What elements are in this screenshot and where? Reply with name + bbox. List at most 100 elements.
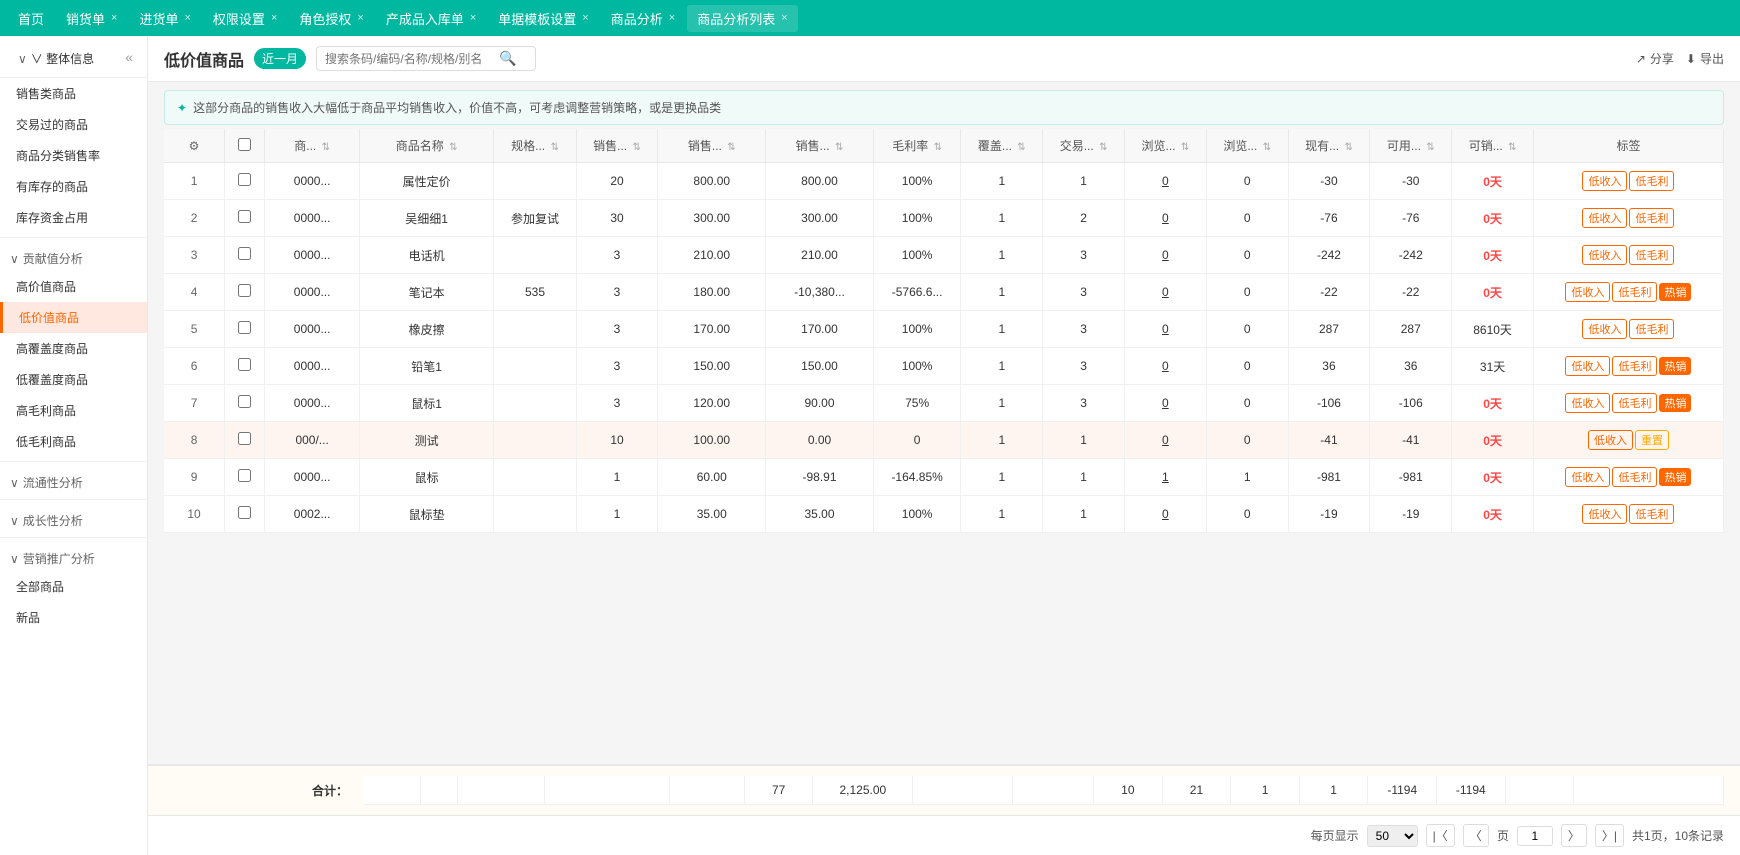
nav-close-1[interactable]: × [184, 12, 190, 24]
row-available-stock: -76 [1370, 200, 1452, 237]
row-days: 0天 [1452, 274, 1534, 311]
info-bar: ✦ 这部分商品的销售收入大幅低于商品平均销售收入，价值不高，可考虑调整营销策略，… [164, 90, 1724, 125]
nav-close-7[interactable]: × [781, 12, 787, 24]
data-table: ⚙ 商... ⇅ 商品名称 ⇅ 规格... ⇅ 销售... ⇅ 销售... ⇅ … [164, 129, 1724, 533]
row-name: 测试 [359, 422, 494, 459]
row-number: 8 [164, 422, 225, 459]
row-checkbox[interactable] [238, 173, 251, 186]
row-checkbox-cell [225, 348, 265, 385]
row-name: 吴细细1 [359, 200, 494, 237]
browse1-link[interactable]: 0 [1162, 174, 1169, 188]
row-checkbox[interactable] [238, 210, 251, 223]
row-coverage: 1 [961, 496, 1043, 533]
sidebar-item-category-rate[interactable]: 商品分类销售率 [0, 140, 147, 171]
nav-close-4[interactable]: × [470, 12, 476, 24]
row-checkbox[interactable] [238, 469, 251, 482]
time-badge[interactable]: 近一月 [254, 48, 306, 69]
row-sales-profit: 35.00 [766, 496, 874, 533]
browse1-link[interactable]: 0 [1162, 211, 1169, 225]
sidebar-item-new-goods[interactable]: 新品 [0, 602, 147, 633]
prev-page-button[interactable]: 〈 [1463, 824, 1489, 847]
sidebar-item-low-value[interactable]: 低价值商品 [0, 302, 147, 333]
row-code: 0000... [265, 200, 359, 237]
first-page-button[interactable]: |〈 [1426, 824, 1455, 847]
sidebar-section-growth[interactable]: ∨ 成长性分析 [0, 504, 147, 533]
row-checkbox[interactable] [238, 432, 251, 445]
select-all-checkbox[interactable] [238, 138, 251, 151]
share-button[interactable]: ↗ 分享 [1636, 50, 1674, 67]
th-settings[interactable]: ⚙ [164, 129, 225, 163]
nav-close-5[interactable]: × [582, 12, 588, 24]
nav-close-6[interactable]: × [669, 12, 675, 24]
th-browse2: 浏览... ⇅ [1206, 129, 1288, 163]
sidebar-section-overall[interactable]: ∨ ∨ 整体信息 [8, 42, 104, 71]
nav-close-3[interactable]: × [357, 12, 363, 24]
row-checkbox[interactable] [238, 284, 251, 297]
browse1-link[interactable]: 1 [1162, 470, 1169, 484]
row-transaction: 3 [1043, 237, 1125, 274]
sidebar-item-all-goods[interactable]: 全部商品 [0, 571, 147, 602]
nav-home[interactable]: 首页 [8, 5, 54, 32]
sidebar-section-contribution[interactable]: ∨ 贡献值分析 [0, 242, 147, 271]
sidebar-item-traded-goods[interactable]: 交易过的商品 [0, 109, 147, 140]
sidebar-item-stock-funds[interactable]: 库存资金占用 [0, 202, 147, 233]
row-checkbox[interactable] [238, 321, 251, 334]
row-browse2: 0 [1206, 348, 1288, 385]
browse1-link[interactable]: 0 [1162, 396, 1169, 410]
per-page-select[interactable]: 50 100 200 [1367, 825, 1418, 847]
row-available-stock: -19 [1370, 496, 1452, 533]
sidebar-section-circulation[interactable]: ∨ 流通性分析 [0, 466, 147, 495]
sidebar-item-stock-goods[interactable]: 有库存的商品 [0, 171, 147, 202]
total-available-stock: -1194 [1437, 776, 1506, 805]
next-page-button[interactable]: 〉 [1561, 824, 1587, 847]
total-sales-qty: 77 [744, 776, 813, 805]
row-spec: 535 [494, 274, 576, 311]
browse1-link[interactable]: 0 [1162, 507, 1169, 521]
tag-label: 低收入 [1588, 430, 1633, 450]
row-spec [494, 385, 576, 422]
table-header-row: ⚙ 商... ⇅ 商品名称 ⇅ 规格... ⇅ 销售... ⇅ 销售... ⇅ … [164, 129, 1724, 163]
nav-item-3[interactable]: 角色授权 × [289, 5, 373, 32]
page-input[interactable] [1517, 826, 1553, 846]
tag-label: 低收入 [1565, 356, 1610, 376]
sidebar-collapse-button[interactable]: « [119, 43, 139, 71]
nav-item-1[interactable]: 进货单 × [129, 5, 200, 32]
browse1-link[interactable]: 0 [1162, 433, 1169, 447]
sidebar-section-marketing[interactable]: ∨ 营销推广分析 [0, 542, 147, 571]
settings-icon[interactable]: ⚙ [189, 139, 200, 153]
last-page-button[interactable]: 〉| [1595, 824, 1624, 847]
sidebar-item-low-coverage[interactable]: 低覆盖度商品 [0, 364, 147, 395]
browse1-link[interactable]: 0 [1162, 359, 1169, 373]
nav-item-4[interactable]: 产成品入库单 × [376, 5, 486, 32]
sidebar-item-high-margin[interactable]: 高毛利商品 [0, 395, 147, 426]
row-checkbox[interactable] [238, 506, 251, 519]
browse1-link[interactable]: 0 [1162, 285, 1169, 299]
nav-item-2[interactable]: 权限设置 × [203, 5, 287, 32]
export-button[interactable]: ⬇ 导出 [1686, 50, 1724, 67]
row-browse2: 0 [1206, 274, 1288, 311]
browse1-link[interactable]: 0 [1162, 322, 1169, 336]
row-checkbox[interactable] [238, 395, 251, 408]
row-browse1: 0 [1124, 496, 1206, 533]
search-input[interactable] [325, 52, 495, 66]
row-name: 鼠标垫 [359, 496, 494, 533]
sidebar-item-sales-goods[interactable]: 销售类商品 [0, 78, 147, 109]
row-checkbox[interactable] [238, 247, 251, 260]
row-number: 2 [164, 200, 225, 237]
sidebar-item-high-coverage[interactable]: 高覆盖度商品 [0, 333, 147, 364]
nav-close-0[interactable]: × [111, 12, 117, 24]
sidebar-item-high-value[interactable]: 高价值商品 [0, 271, 147, 302]
row-gross-margin: -164.85% [873, 459, 961, 496]
nav-item-0[interactable]: 销货单 × [56, 5, 127, 32]
row-available-stock: -981 [1370, 459, 1452, 496]
row-sales-amt: 170.00 [658, 311, 766, 348]
nav-item-6[interactable]: 商品分析 × [601, 5, 685, 32]
browse1-link[interactable]: 0 [1162, 248, 1169, 262]
search-icon[interactable]: 🔍 [499, 50, 516, 67]
nav-close-2[interactable]: × [271, 12, 277, 24]
nav-item-5[interactable]: 单据模板设置 × [488, 5, 598, 32]
row-checkbox[interactable] [238, 358, 251, 371]
nav-item-7[interactable]: 商品分析列表 × [687, 5, 797, 32]
row-sales-profit: 300.00 [766, 200, 874, 237]
sidebar-item-low-margin[interactable]: 低毛利商品 [0, 426, 147, 457]
